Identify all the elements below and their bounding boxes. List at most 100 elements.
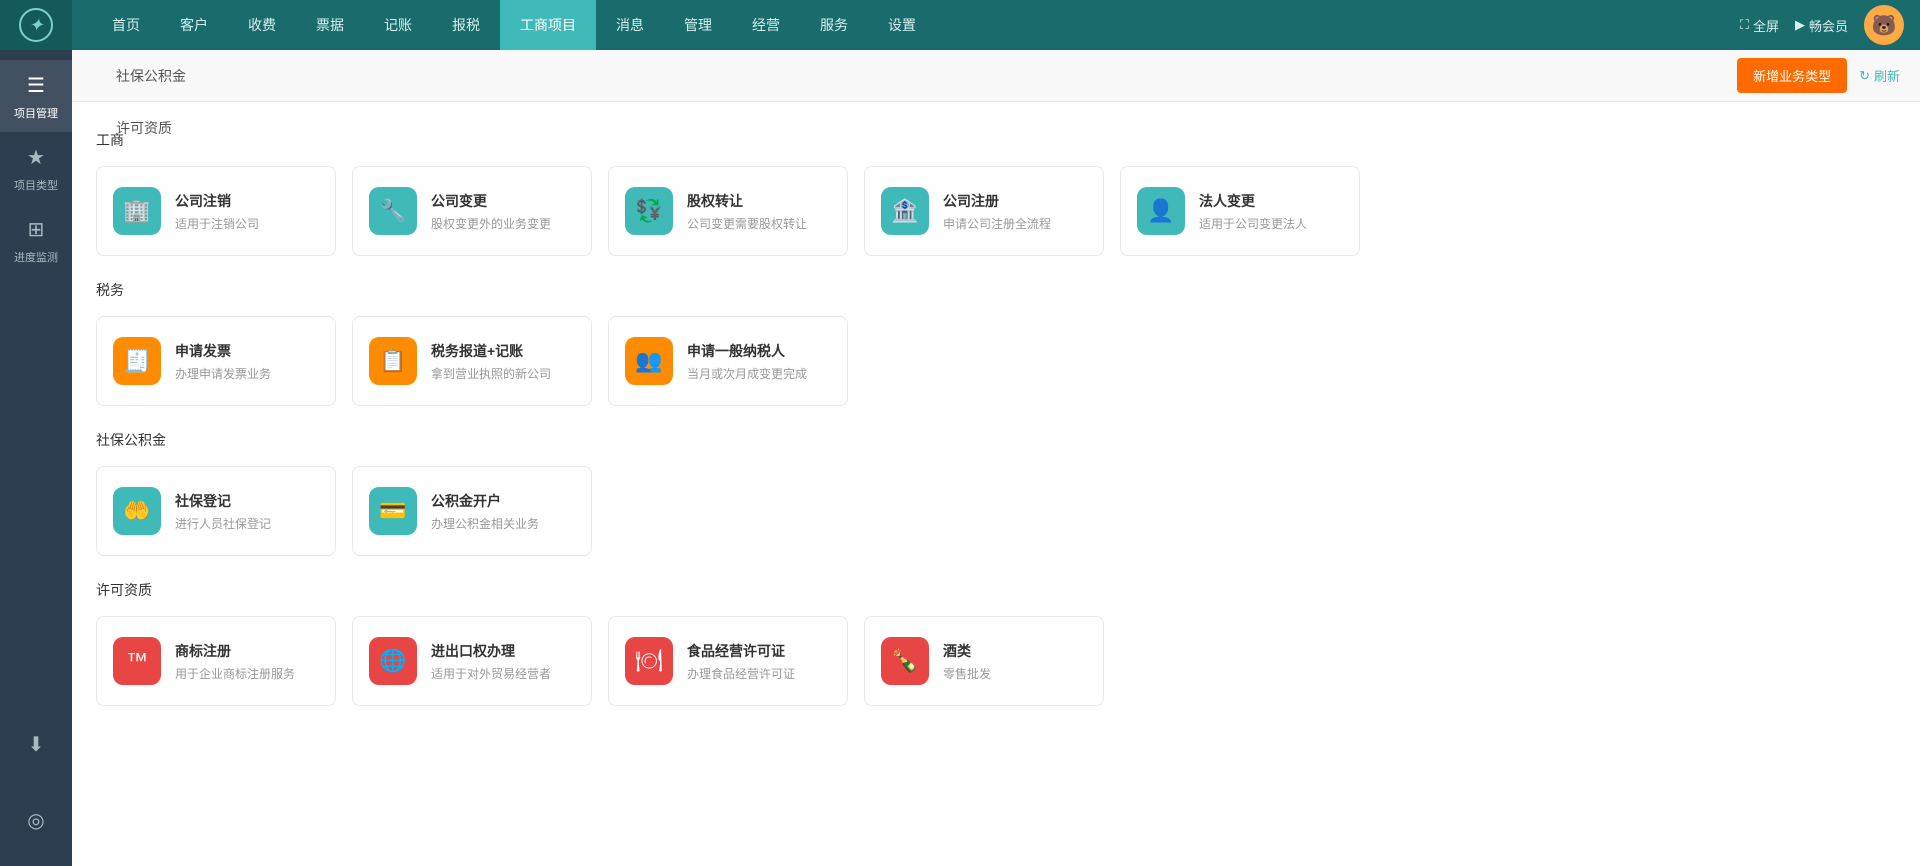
vip-button[interactable]: ▶ 畅会员 <box>1795 16 1848 35</box>
card-icon: 💱 <box>625 187 673 235</box>
vip-label: 畅会员 <box>1809 16 1848 35</box>
card-进出口权办理[interactable]: 🌐 进出口权办理 适用于对外贸易经营者 <box>352 616 592 706</box>
mascot-avatar: 🐻 <box>1864 5 1904 45</box>
card-申请发票[interactable]: 🧾 申请发票 办理申请发票业务 <box>96 316 336 406</box>
card-社保登记[interactable]: 🤲 社保登记 进行人员社保登记 <box>96 466 336 556</box>
scroll-content[interactable]: 工商 🏢 公司注销 适用于注销公司 🔧 公司变更 股权变更外的业务变更 💱 股权… <box>72 102 1920 866</box>
refresh-button[interactable]: ↻ 刷新 <box>1859 66 1900 85</box>
cards-grid-gongshang: 🏢 公司注销 适用于注销公司 🔧 公司变更 股权变更外的业务变更 💱 股权转让 … <box>96 166 1896 256</box>
card-title: 公司变更 <box>431 191 551 211</box>
fullscreen-icon: ⛶ <box>1740 17 1749 33</box>
tab-社保公积金[interactable]: 社保公积金 <box>92 50 210 102</box>
card-icon: 🍽 <box>625 637 673 685</box>
logo-icon: ✦ <box>19 8 53 42</box>
sidebar-item-项目管理[interactable]: ☰ 项目管理 <box>0 60 72 132</box>
nav-item-经营[interactable]: 经营 <box>732 0 800 50</box>
card-title: 申请一般纳税人 <box>687 341 807 361</box>
card-酒类[interactable]: 🍾 酒类 零售批发 <box>864 616 1104 706</box>
cards-grid-xuke: ™ 商标注册 用于企业商标注册服务 🌐 进出口权办理 适用于对外贸易经营者 🍽 … <box>96 616 1896 706</box>
card-text: 进出口权办理 适用于对外贸易经营者 <box>431 641 551 682</box>
card-商标注册[interactable]: ™ 商标注册 用于企业商标注册服务 <box>96 616 336 706</box>
sidebar-label: 进度监测 <box>14 249 58 265</box>
vip-icon: ▶ <box>1795 17 1805 33</box>
card-icon: 🤲 <box>113 487 161 535</box>
card-title: 公司注册 <box>943 191 1051 211</box>
section-xuke: 许可资质 ™ 商标注册 用于企业商标注册服务 🌐 进出口权办理 适用于对外贸易经… <box>96 580 1896 706</box>
card-icon: 🏦 <box>881 187 929 235</box>
sidebar-icon: ★ <box>22 143 50 171</box>
content-area: 工商税务社保公积金许可资质其他 新增业务类型 ↻ 刷新 工商 🏢 公司注销 适用… <box>72 50 1920 866</box>
sidebar-item-download[interactable]: ⬇ <box>0 708 72 780</box>
card-title: 社保登记 <box>175 491 271 511</box>
section-title-shuiwu: 税务 <box>96 280 1896 300</box>
card-text: 法人变更 适用于公司变更法人 <box>1199 191 1307 232</box>
top-nav-menu: 首页客户收费票据记账报税工商项目消息管理经营服务设置 <box>72 0 1740 50</box>
cards-grid-shuiwu: 🧾 申请发票 办理申请发票业务 📋 税务报道+记账 拿到营业执照的新公司 👥 申… <box>96 316 1896 406</box>
sidebar-item-进度监测[interactable]: ⊞ 进度监测 <box>0 204 72 276</box>
card-icon: 🍾 <box>881 637 929 685</box>
nav-item-首页[interactable]: 首页 <box>92 0 160 50</box>
card-股权转让[interactable]: 💱 股权转让 公司变更需要股权转让 <box>608 166 848 256</box>
card-text: 食品经营许可证 办理食品经营许可证 <box>687 641 795 682</box>
nav-item-收费[interactable]: 收费 <box>228 0 296 50</box>
card-税务报道+记账[interactable]: 📋 税务报道+记账 拿到营业执照的新公司 <box>352 316 592 406</box>
card-desc: 适用于对外贸易经营者 <box>431 665 551 682</box>
card-text: 公司注销 适用于注销公司 <box>175 191 259 232</box>
sidebar-item-settings[interactable]: ◎ <box>0 784 72 856</box>
fullscreen-button[interactable]: ⛶ 全屏 <box>1740 16 1779 35</box>
card-icon: 🧾 <box>113 337 161 385</box>
nav-item-消息[interactable]: 消息 <box>596 0 664 50</box>
refresh-label: 刷新 <box>1874 66 1900 85</box>
nav-item-管理[interactable]: 管理 <box>664 0 732 50</box>
nav-item-设置[interactable]: 设置 <box>868 0 936 50</box>
tab-bar-actions: 新增业务类型 ↻ 刷新 <box>1737 58 1900 93</box>
card-icon: 👥 <box>625 337 673 385</box>
nav-item-工商项目[interactable]: 工商项目 <box>500 0 596 50</box>
card-食品经营许可证[interactable]: 🍽 食品经营许可证 办理食品经营许可证 <box>608 616 848 706</box>
card-text: 商标注册 用于企业商标注册服务 <box>175 641 295 682</box>
sidebar-icon: ☰ <box>22 71 50 99</box>
sidebar-item-项目类型[interactable]: ★ 项目类型 <box>0 132 72 204</box>
card-title: 进出口权办理 <box>431 641 551 661</box>
nav-item-服务[interactable]: 服务 <box>800 0 868 50</box>
nav-item-客户[interactable]: 客户 <box>160 0 228 50</box>
card-desc: 零售批发 <box>943 665 991 682</box>
refresh-icon: ↻ <box>1859 68 1870 84</box>
card-title: 公积金开户 <box>431 491 539 511</box>
card-icon: 🌐 <box>369 637 417 685</box>
top-navigation: ✦ 首页客户收费票据记账报税工商项目消息管理经营服务设置 ⛶ 全屏 ▶ 畅会员 … <box>0 0 1920 50</box>
card-icon: 🏢 <box>113 187 161 235</box>
card-icon: 📋 <box>369 337 417 385</box>
top-nav-right: ⛶ 全屏 ▶ 畅会员 🐻 <box>1740 5 1920 45</box>
card-desc: 当月或次月成变更完成 <box>687 365 807 382</box>
nav-item-记账[interactable]: 记账 <box>364 0 432 50</box>
nav-item-票据[interactable]: 票据 <box>296 0 364 50</box>
card-申请一般纳税人[interactable]: 👥 申请一般纳税人 当月或次月成变更完成 <box>608 316 848 406</box>
card-text: 酒类 零售批发 <box>943 641 991 682</box>
card-title: 公司注销 <box>175 191 259 211</box>
nav-item-报税[interactable]: 报税 <box>432 0 500 50</box>
card-text: 公积金开户 办理公积金相关业务 <box>431 491 539 532</box>
card-text: 申请一般纳税人 当月或次月成变更完成 <box>687 341 807 382</box>
card-desc: 进行人员社保登记 <box>175 515 271 532</box>
logo: ✦ <box>0 0 72 50</box>
card-公司注册[interactable]: 🏦 公司注册 申请公司注册全流程 <box>864 166 1104 256</box>
card-desc: 拿到营业执照的新公司 <box>431 365 551 382</box>
card-公司变更[interactable]: 🔧 公司变更 股权变更外的业务变更 <box>352 166 592 256</box>
sidebar-icon: ⊞ <box>22 215 50 243</box>
card-desc: 适用于公司变更法人 <box>1199 215 1307 232</box>
tab-bar: 工商税务社保公积金许可资质其他 新增业务类型 ↻ 刷新 <box>72 50 1920 102</box>
card-法人变更[interactable]: 👤 法人变更 适用于公司变更法人 <box>1120 166 1360 256</box>
card-icon: 💳 <box>369 487 417 535</box>
card-desc: 办理申请发票业务 <box>175 365 271 382</box>
section-title-shebao: 社保公积金 <box>96 430 1896 450</box>
section-title-xuke: 许可资质 <box>96 580 1896 600</box>
new-type-button[interactable]: 新增业务类型 <box>1737 58 1847 93</box>
cards-grid-shebao: 🤲 社保登记 进行人员社保登记 💳 公积金开户 办理公积金相关业务 <box>96 466 1896 556</box>
card-title: 股权转让 <box>687 191 807 211</box>
card-desc: 股权变更外的业务变更 <box>431 215 551 232</box>
card-公司注销[interactable]: 🏢 公司注销 适用于注销公司 <box>96 166 336 256</box>
card-desc: 用于企业商标注册服务 <box>175 665 295 682</box>
card-text: 股权转让 公司变更需要股权转让 <box>687 191 807 232</box>
card-公积金开户[interactable]: 💳 公积金开户 办理公积金相关业务 <box>352 466 592 556</box>
